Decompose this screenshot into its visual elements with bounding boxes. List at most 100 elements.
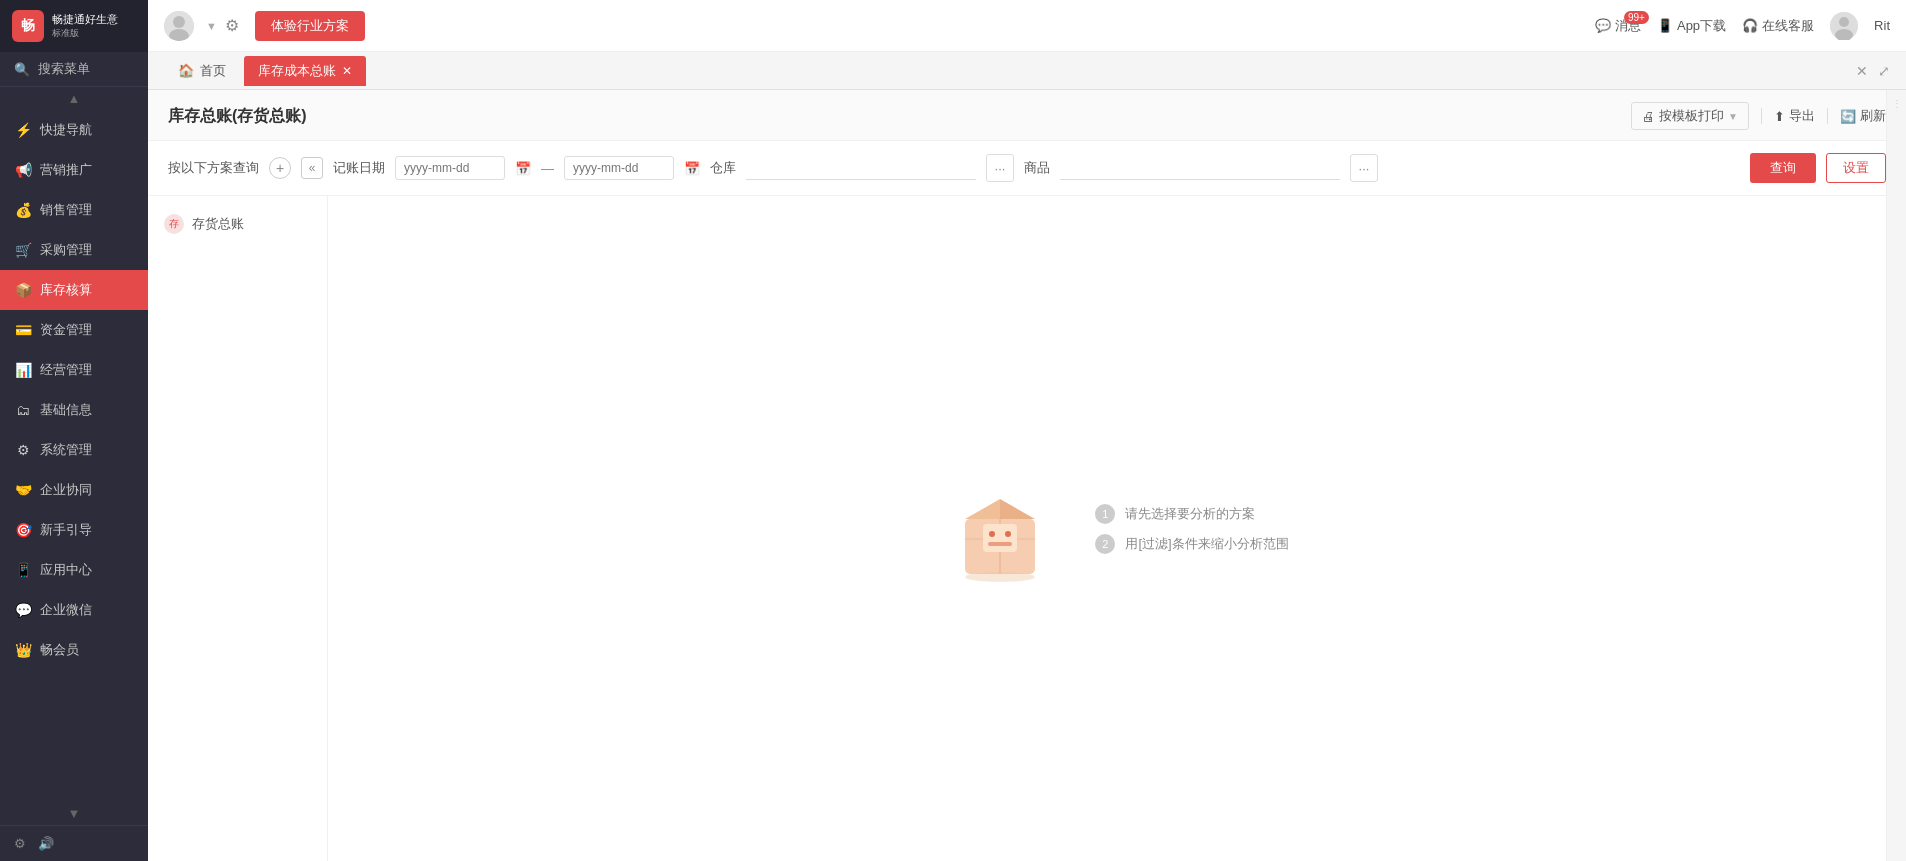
sidebar-item-label: 企业微信	[40, 601, 92, 619]
settings-icon[interactable]: ⚙	[14, 836, 26, 851]
filter-row: 记账日期 📅 — 📅 仓库 ··· 商品 ···	[333, 154, 1730, 182]
message-icon: 💬	[1595, 18, 1611, 33]
export-btn[interactable]: ⬆ 导出	[1774, 107, 1815, 125]
goods-more-btn[interactable]: ···	[1350, 154, 1378, 182]
tab-close-right-icon[interactable]: ✕	[1856, 63, 1868, 79]
empty-state: 1 请先选择要分析的方案 2 用[过滤]条件来缩小分析范围	[328, 196, 1906, 861]
sidebar-item-operations[interactable]: 📊 经营管理	[0, 350, 148, 390]
tab-home-label: 首页	[200, 62, 226, 80]
operations-icon: 📊	[14, 361, 32, 379]
query-btn[interactable]: 查询	[1750, 153, 1816, 183]
sidebar-item-purchase[interactable]: 🛒 采购管理	[0, 230, 148, 270]
sidebar-item-wechat[interactable]: 💬 企业微信	[0, 590, 148, 630]
purchase-icon: 🛒	[14, 241, 32, 259]
warehouse-label: 仓库	[710, 159, 736, 177]
warehouse-input[interactable]	[746, 156, 976, 180]
tab-inventory-label: 库存成本总账	[258, 62, 336, 80]
app-download-btn[interactable]: 📱 App下载	[1657, 17, 1726, 35]
export-icon: ⬆	[1774, 109, 1785, 124]
logo-icon: 畅	[12, 10, 44, 42]
home-icon: 🏠	[178, 63, 194, 78]
content-body: 存 存货总账	[148, 196, 1906, 861]
goods-label: 商品	[1024, 159, 1050, 177]
tab-inventory-ledger[interactable]: 库存成本总账 ✕	[244, 56, 366, 86]
search-menu[interactable]: 🔍 搜索菜单	[0, 52, 148, 87]
tab-home[interactable]: 🏠 首页	[164, 56, 240, 86]
dropdown-icon[interactable]: ▼	[206, 20, 217, 32]
scroll-down-btn[interactable]: ▼	[0, 802, 148, 825]
industry-btn[interactable]: 体验行业方案	[255, 11, 365, 41]
sidebar-logo: 畅 畅捷通好生意 标准版	[0, 0, 148, 52]
content-area: 库存总账(存货总账) 🖨 按模板打印 ▼ ⬆ 导出 🔄 刷新	[148, 90, 1906, 861]
scheme-item-icon: 存	[164, 214, 184, 234]
goods-input[interactable]	[1060, 156, 1340, 180]
sidebar-item-base-info[interactable]: 🗂 基础信息	[0, 390, 148, 430]
hint2-text: 用[过滤]条件来缩小分析范围	[1125, 535, 1288, 553]
topbar-gear-icon[interactable]: ⚙	[225, 16, 239, 35]
sidebar-item-label: 资金管理	[40, 321, 92, 339]
member-icon: 👑	[14, 641, 32, 659]
sidebar-item-quick-nav[interactable]: ⚡ 快捷导航	[0, 110, 148, 150]
settings-btn[interactable]: 设置	[1826, 153, 1886, 183]
newbie-icon: 🎯	[14, 521, 32, 539]
sidebar-item-app-center[interactable]: 📱 应用中心	[0, 550, 148, 590]
refresh-btn[interactable]: 🔄 刷新	[1840, 107, 1886, 125]
calendar-end-icon[interactable]: 📅	[684, 161, 700, 176]
date-end-input[interactable]	[564, 156, 674, 180]
tab-close-icon[interactable]: ✕	[342, 65, 352, 77]
refresh-icon: 🔄	[1840, 109, 1856, 124]
topbar: ▼ ⚙ 体验行业方案 💬 消息 99+ 📱 App下载 🎧 在线客服 Rit	[148, 0, 1906, 52]
app-center-icon: 📱	[14, 561, 32, 579]
print-btn[interactable]: 🖨 按模板打印 ▼	[1631, 102, 1749, 130]
sales-icon: 💰	[14, 201, 32, 219]
main-area: ▼ ⚙ 体验行业方案 💬 消息 99+ 📱 App下载 🎧 在线客服 Rit	[148, 0, 1906, 861]
sidebar-item-label: 营销推广	[40, 161, 92, 179]
sidebar-item-cooperation[interactable]: 🤝 企业协同	[0, 470, 148, 510]
sidebar-item-newbie[interactable]: 🎯 新手引导	[0, 510, 148, 550]
svg-marker-8	[1000, 499, 1035, 519]
print-dropdown-icon[interactable]: ▼	[1728, 111, 1738, 122]
topbar-user-avatar[interactable]	[1830, 12, 1858, 40]
right-resize-handle[interactable]: ⋮	[1886, 90, 1906, 861]
empty-hint-1: 1 请先选择要分析的方案	[1095, 504, 1288, 524]
phone-icon: 📱	[1657, 18, 1673, 33]
messages-btn[interactable]: 💬 消息 99+	[1595, 17, 1641, 35]
marketing-icon: 📢	[14, 161, 32, 179]
warehouse-more-btn[interactable]: ···	[986, 154, 1014, 182]
search-icon: 🔍	[14, 62, 30, 77]
topbar-user[interactable]: ▼	[164, 11, 217, 41]
calendar-start-icon[interactable]: 📅	[515, 161, 531, 176]
tab-expand-icon[interactable]: ⤢	[1878, 63, 1890, 79]
search-label: 搜索菜单	[38, 60, 90, 78]
print-label: 按模板打印	[1659, 107, 1724, 125]
action-divider	[1761, 108, 1762, 124]
sidebar-item-member[interactable]: 👑 畅会员	[0, 630, 148, 670]
inventory-icon: 📦	[14, 281, 32, 299]
system-icon: ⚙	[14, 441, 32, 459]
scroll-up-btn[interactable]: ▲	[0, 87, 148, 110]
page-header: 库存总账(存货总账) 🖨 按模板打印 ▼ ⬆ 导出 🔄 刷新	[148, 90, 1906, 141]
sidebar-item-label: 企业协同	[40, 481, 92, 499]
export-label: 导出	[1789, 107, 1815, 125]
sidebar: 畅 畅捷通好生意 标准版 🔍 搜索菜单 ▲ ⚡ 快捷导航 📢 营销推广 💰 销售…	[0, 0, 148, 861]
audio-icon[interactable]: 🔊	[38, 836, 54, 851]
sidebar-nav: ⚡ 快捷导航 📢 营销推广 💰 销售管理 🛒 采购管理 📦 库存核算 💳 资金管…	[0, 110, 148, 802]
sidebar-item-label: 快捷导航	[40, 121, 92, 139]
sidebar-item-inventory[interactable]: 📦 库存核算	[0, 270, 148, 310]
scheme-item-label: 存货总账	[192, 215, 244, 233]
date-start-input[interactable]	[395, 156, 505, 180]
sidebar-item-system[interactable]: ⚙ 系统管理	[0, 430, 148, 470]
filter-add-btn[interactable]: +	[269, 157, 291, 179]
sidebar-item-sales[interactable]: 💰 销售管理	[0, 190, 148, 230]
sidebar-item-marketing[interactable]: 📢 营销推广	[0, 150, 148, 190]
topbar-right: 💬 消息 99+ 📱 App下载 🎧 在线客服 Rit	[1595, 12, 1890, 40]
filter-collapse-btn[interactable]: «	[301, 157, 323, 179]
online-service-btn[interactable]: 🎧 在线客服	[1742, 17, 1814, 35]
sidebar-item-finance[interactable]: 💳 资金管理	[0, 310, 148, 350]
app-edition: 标准版	[52, 27, 118, 40]
topbar-left: ▼ ⚙ 体验行业方案	[164, 11, 1585, 41]
hint1-text: 请先选择要分析的方案	[1125, 505, 1255, 523]
scheme-item-inventory[interactable]: 存 存货总账	[148, 206, 327, 242]
tabs-bar: 🏠 首页 库存成本总账 ✕ ✕ ⤢	[148, 52, 1906, 90]
svg-rect-11	[983, 524, 1017, 552]
